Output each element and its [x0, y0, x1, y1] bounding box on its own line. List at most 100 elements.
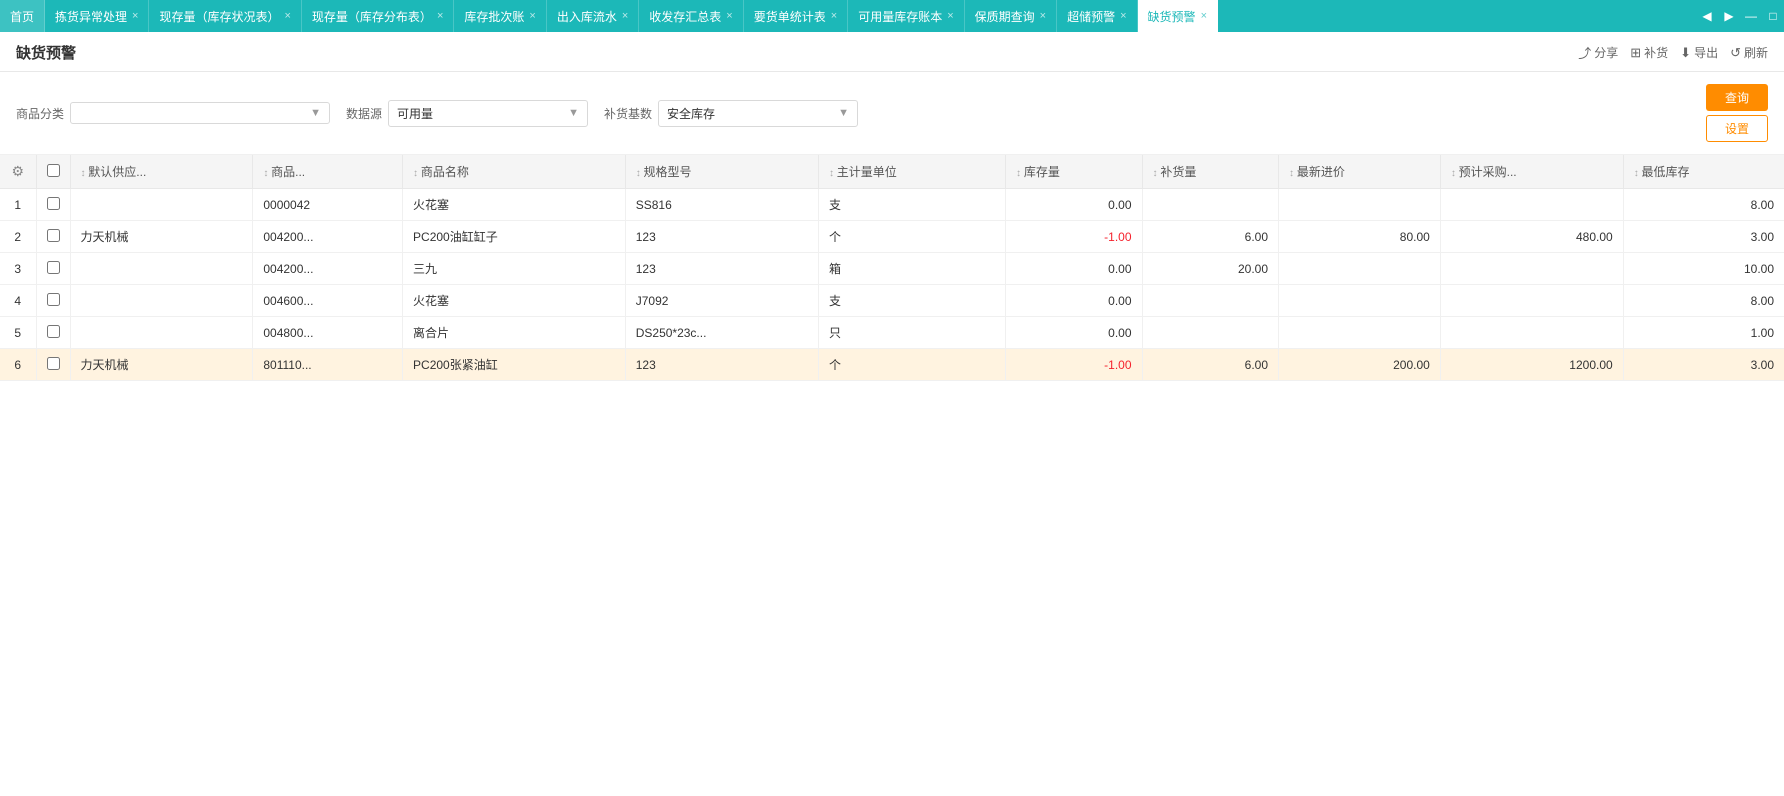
window-maximize[interactable]: □ — [1762, 0, 1784, 32]
tab-inventory-dist[interactable]: 现存量（库存分布表） × — [302, 0, 454, 32]
window-minimize[interactable]: — — [1740, 0, 1762, 32]
table-row: 5 004800... 离合片 DS250*23c... 只 0.00 — [0, 317, 1784, 349]
cell-inventory-6: -1.00 — [1006, 349, 1143, 381]
table-row: 3 004200... 三九 123 箱 0.00 20.00 — [0, 253, 1784, 285]
cell-spec-2: 123 — [625, 221, 818, 253]
tab-inventory-status-close[interactable]: × — [284, 10, 290, 22]
th-check — [36, 155, 70, 189]
filter-area: 商品分类 ▼ 数据源 可用量 ▼ 补货基数 安全库存 ▼ 查询 设置 — [0, 72, 1784, 155]
tab-inventory-status[interactable]: 现存量（库存状况表） × — [149, 0, 301, 32]
share-icon: ⤴ — [1578, 43, 1591, 62]
cell-product-name-1: 火花塞 — [403, 189, 626, 221]
export-icon: ⬇ — [1680, 45, 1691, 61]
category-arrow-icon: ▼ — [310, 107, 321, 119]
table-row: 4 004600... 火花塞 J7092 支 0.00 — [0, 285, 1784, 317]
tab-requisition-close[interactable]: × — [831, 10, 837, 22]
tab-collect-summary[interactable]: 收发存汇总表 × — [639, 0, 743, 32]
table-row: 6 力天机械 801110... PC200张紧油缸 123 个 -1.00 6… — [0, 349, 1784, 381]
refresh-button[interactable]: ↺ 刷新 — [1730, 44, 1768, 61]
cell-product-name-4: 火花塞 — [403, 285, 626, 317]
tab-requisition[interactable]: 要货单统计表 × — [744, 0, 848, 32]
row-checkbox-3[interactable] — [47, 261, 60, 274]
tab-nav-prev[interactable]: ◀ — [1696, 0, 1718, 32]
cell-latest-price-1 — [1279, 189, 1441, 221]
replenish-base-filter-group: 补货基数 安全库存 ▼ — [604, 100, 858, 127]
cell-product-name-2: PC200油缸缸子 — [403, 221, 626, 253]
page-title: 缺货预警 — [16, 42, 76, 63]
th-spec[interactable]: 规格型号 — [625, 155, 818, 189]
table-container: ⚙ 默认供应... 商品... 商品名称 规格型号 — [0, 155, 1784, 381]
th-replenish-qty[interactable]: 补货量 — [1142, 155, 1279, 189]
row-check-6 — [36, 349, 70, 381]
tab-shortage[interactable]: 缺货预警 × — [1138, 0, 1218, 32]
th-inventory[interactable]: 库存量 — [1006, 155, 1143, 189]
gear-icon[interactable]: ⚙ — [11, 163, 24, 179]
cell-unit-4: 支 — [818, 285, 1005, 317]
tab-expiry-close[interactable]: × — [1040, 10, 1046, 22]
row-check-4 — [36, 285, 70, 317]
export-button[interactable]: ⬇ 导出 — [1680, 44, 1718, 61]
tab-shortage-close[interactable]: × — [1201, 10, 1207, 22]
cell-product-code-4: 004600... — [253, 285, 403, 317]
tab-bar: 首页 拣货异常处理 × 现存量（库存状况表） × 现存量（库存分布表） × 库存… — [0, 0, 1784, 32]
th-supplier[interactable]: 默认供应... — [70, 155, 253, 189]
row-checkbox-6[interactable] — [47, 357, 60, 370]
tab-collect-summary-close[interactable]: × — [726, 10, 732, 22]
datasource-label: 数据源 — [346, 105, 382, 122]
datasource-select[interactable]: 可用量 ▼ — [388, 100, 588, 127]
tab-overstock[interactable]: 超储预警 × — [1057, 0, 1137, 32]
cell-replenish-qty-1 — [1142, 189, 1279, 221]
th-latest-price[interactable]: 最新进价 — [1279, 155, 1441, 189]
share-button[interactable]: ⤴ 分享 — [1578, 43, 1618, 62]
cell-min-inventory-2: 3.00 — [1623, 221, 1784, 253]
row-check-1 — [36, 189, 70, 221]
replenish-base-label: 补货基数 — [604, 105, 652, 122]
cell-inventory-2: -1.00 — [1006, 221, 1143, 253]
tab-home[interactable]: 首页 — [0, 0, 45, 32]
tab-overstock-close[interactable]: × — [1120, 10, 1126, 22]
cell-latest-price-6: 200.00 — [1279, 349, 1441, 381]
row-checkbox-1[interactable] — [47, 197, 60, 210]
row-checkbox-2[interactable] — [47, 229, 60, 242]
cell-inventory-3: 0.00 — [1006, 253, 1143, 285]
tab-available-ledger[interactable]: 可用量库存账本 × — [848, 0, 964, 32]
cell-supplier-1 — [70, 189, 253, 221]
table-body: 1 0000042 火花塞 SS816 支 0.00 — [0, 189, 1784, 381]
cell-product-name-3: 三九 — [403, 253, 626, 285]
cell-est-purchase-5 — [1440, 317, 1623, 349]
th-est-purchase[interactable]: 预计采购... — [1440, 155, 1623, 189]
tab-exception[interactable]: 拣货异常处理 × — [45, 0, 149, 32]
replenish-button[interactable]: ⊞ 补货 — [1630, 44, 1668, 61]
tab-batch-account[interactable]: 库存批次账 × — [454, 0, 546, 32]
row-checkbox-4[interactable] — [47, 293, 60, 306]
cell-product-code-5: 004800... — [253, 317, 403, 349]
category-select[interactable]: ▼ — [70, 102, 330, 124]
th-product-code[interactable]: 商品... — [253, 155, 403, 189]
tab-inout-flow-close[interactable]: × — [622, 10, 628, 22]
tab-nav-next[interactable]: ▶ — [1718, 0, 1740, 32]
th-unit[interactable]: 主计量单位 — [818, 155, 1005, 189]
tab-inout-flow[interactable]: 出入库流水 × — [547, 0, 639, 32]
page-header: 缺货预警 ⤴ 分享 ⊞ 补货 ⬇ 导出 ↺ 刷新 — [0, 32, 1784, 72]
cell-unit-1: 支 — [818, 189, 1005, 221]
tab-available-ledger-close[interactable]: × — [947, 10, 953, 22]
row-num-1: 1 — [0, 189, 36, 221]
cell-supplier-3 — [70, 253, 253, 285]
tab-expiry[interactable]: 保质期查询 × — [965, 0, 1057, 32]
th-product-name[interactable]: 商品名称 — [403, 155, 626, 189]
cell-replenish-qty-4 — [1142, 285, 1279, 317]
cell-est-purchase-1 — [1440, 189, 1623, 221]
row-num-5: 5 — [0, 317, 36, 349]
replenish-base-select[interactable]: 安全库存 ▼ — [658, 100, 858, 127]
table-row: 2 力天机械 004200... PC200油缸缸子 123 个 -1.00 6… — [0, 221, 1784, 253]
row-checkbox-5[interactable] — [47, 325, 60, 338]
tab-inventory-dist-close[interactable]: × — [437, 10, 443, 22]
select-all-checkbox[interactable] — [47, 164, 60, 177]
tab-exception-close[interactable]: × — [132, 10, 138, 22]
cell-supplier-6: 力天机械 — [70, 349, 253, 381]
settings-button[interactable]: 设置 — [1706, 115, 1768, 142]
cell-product-code-3: 004200... — [253, 253, 403, 285]
th-min-inventory[interactable]: 最低库存 — [1623, 155, 1784, 189]
tab-batch-account-close[interactable]: × — [529, 10, 535, 22]
query-button[interactable]: 查询 — [1706, 84, 1768, 111]
